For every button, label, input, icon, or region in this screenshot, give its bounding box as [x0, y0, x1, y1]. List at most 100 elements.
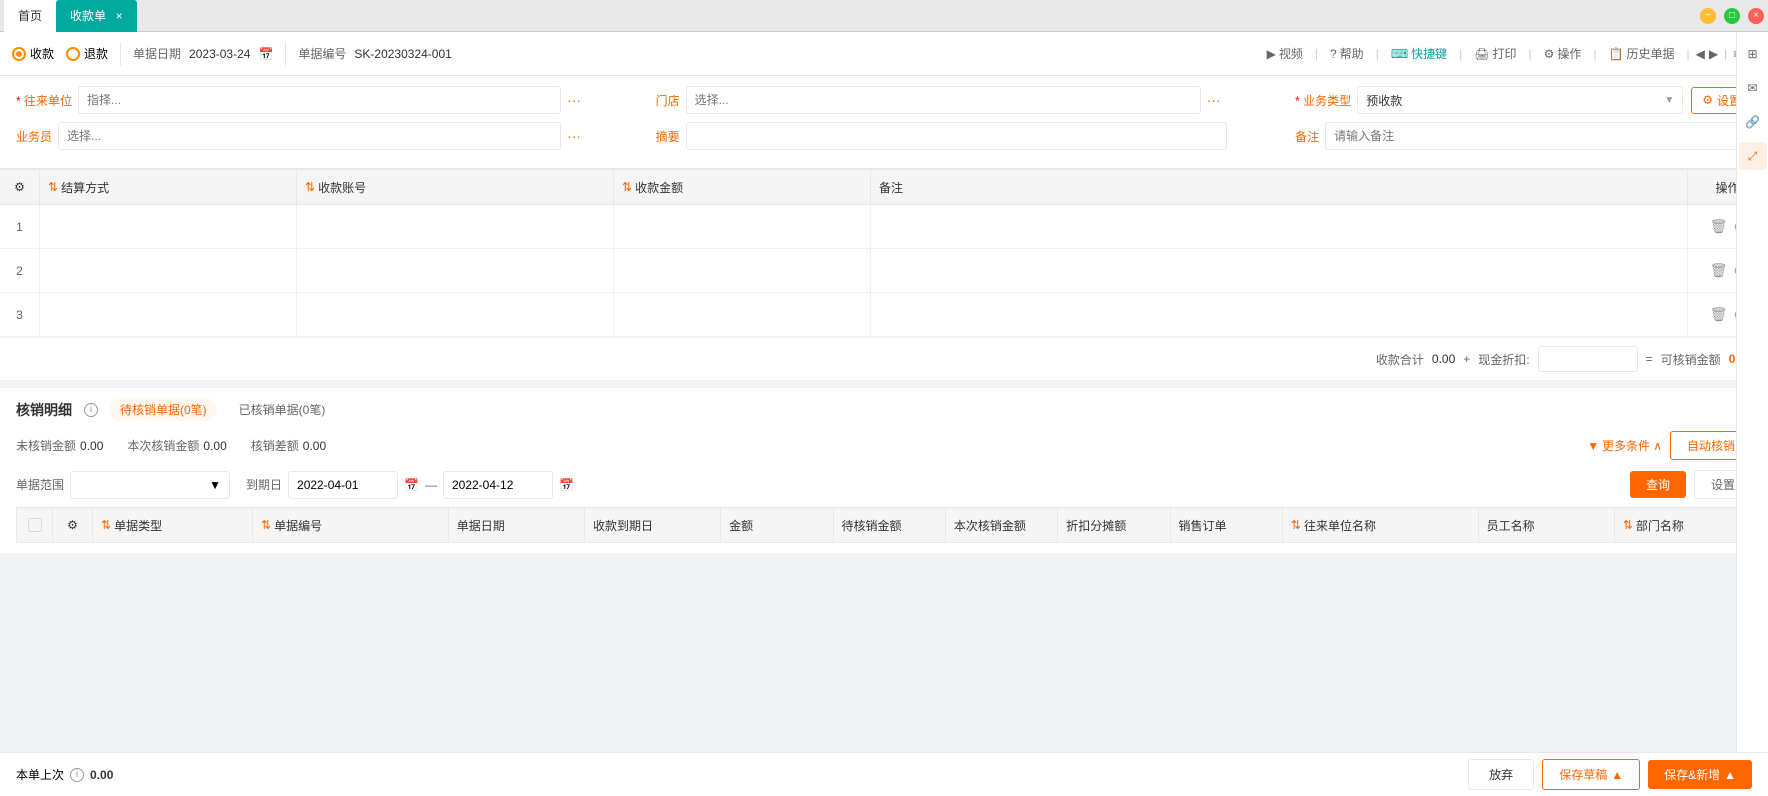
nth-discount: 折扣分摊额 [1058, 508, 1170, 542]
summary-input[interactable] [686, 122, 1227, 150]
table-row: 2 🗑 ⊕ [0, 249, 1768, 293]
nth-settings[interactable]: ⚙ [53, 508, 93, 542]
biz-type-select[interactable]: 预收款 ▼ [1357, 86, 1683, 114]
doc-range-select[interactable]: ▼ [70, 471, 230, 499]
discount-label: 现金折扣: [1478, 351, 1529, 368]
delete-icon-3[interactable]: 🗑 [1710, 306, 1728, 323]
td-settlement-2[interactable] [40, 249, 297, 292]
staff-input[interactable] [58, 122, 561, 150]
td-account-2[interactable] [297, 249, 614, 292]
form-area: 往来单位 ··· 门店 ··· 业务类型 预收款 ▼ ⚙ 设置 业务员 [0, 76, 1768, 169]
doc-num-label: 单据编号 [298, 45, 346, 62]
settings-icon: ⚙ [14, 180, 25, 194]
doc-num-value: SK-20230324-001 [354, 47, 451, 61]
table-row: 3 🗑 ⊕ [0, 293, 1768, 337]
sort-icon[interactable]: ⇅ [101, 518, 111, 532]
radio-collect[interactable]: 收款 [12, 45, 54, 62]
sidebar-expand-icon[interactable]: ⤢ [1739, 142, 1767, 170]
operation-btn[interactable]: ⚙ 操作 [1538, 42, 1588, 65]
nth-check [17, 508, 53, 542]
info-icon[interactable]: i [84, 403, 98, 417]
nth-amount: 金额 [721, 508, 833, 542]
query-btn[interactable]: 查询 [1630, 471, 1686, 498]
bottom-right: 放弃 保存草稿 ▲ 保存&新增 ▲ [1468, 759, 1752, 790]
th-remark: 备注 [871, 170, 1688, 204]
partner-input[interactable] [78, 86, 561, 114]
save-new-btn[interactable]: 保存&新增 ▲ [1648, 760, 1752, 789]
help-btn[interactable]: ? 帮助 [1324, 42, 1370, 65]
tab-close-icon[interactable]: × [116, 9, 123, 23]
td-remark-3[interactable] [871, 293, 1688, 336]
link-icon: 🔗 [1745, 115, 1760, 129]
history-icon: 📋 [1609, 47, 1624, 61]
calendar-from-icon[interactable]: 📅 [404, 478, 419, 492]
sort-icon[interactable]: ⇅ [622, 180, 632, 194]
summary-field: 摘要 [656, 122, 1227, 150]
doc-range-label: 单据范围 [16, 476, 64, 493]
calendar-icon[interactable]: 📅 [258, 47, 273, 61]
discard-btn[interactable]: 放弃 [1468, 759, 1534, 790]
discount-input[interactable] [1538, 346, 1638, 372]
td-remark-1[interactable] [871, 205, 1688, 248]
td-amount-2[interactable] [614, 249, 871, 292]
print-btn[interactable]: 🖨 打印 [1468, 42, 1522, 65]
more-filter-btn[interactable]: ▼ 更多条件 ∧ [1587, 437, 1662, 454]
remark-field: 备注 [1295, 122, 1752, 150]
bottom-left: 本单上次 i 0.00 [16, 766, 113, 783]
td-settlement-3[interactable] [40, 293, 297, 336]
store-more-btn[interactable]: ··· [1201, 92, 1227, 108]
td-amount-3[interactable] [614, 293, 871, 336]
table-header: ⚙ ⇅ 结算方式 ⇅ 收款账号 ⇅ 收款金额 备注 操作 [0, 169, 1768, 205]
next-icon[interactable]: ▶ [1709, 47, 1718, 61]
divider-1 [120, 42, 121, 66]
video-btn[interactable]: ▶ 视频 [1261, 42, 1309, 65]
date-to-input[interactable] [443, 471, 553, 499]
partner-more-btn[interactable]: ··· [561, 92, 587, 108]
td-remark-2[interactable] [871, 249, 1688, 292]
delete-icon-2[interactable]: 🗑 [1710, 262, 1728, 279]
sort-icon[interactable]: ⇅ [48, 180, 58, 194]
td-account-3[interactable] [297, 293, 614, 336]
tab-receipt[interactable]: 收款单 × [56, 0, 137, 32]
th-settings[interactable]: ⚙ [0, 170, 40, 204]
filter-icon: ▼ [1587, 439, 1599, 453]
sort-icon[interactable]: ⇅ [305, 180, 315, 194]
this-cancel-value: 0.00 [203, 439, 226, 453]
diff-value: 0.00 [303, 439, 326, 453]
date-value: 2023-03-24 [189, 47, 250, 61]
prev-info-icon[interactable]: i [70, 768, 84, 782]
close-button[interactable]: × [1748, 8, 1764, 24]
radio-refund[interactable]: 退款 [66, 45, 108, 62]
history-btn[interactable]: 📋 历史单据 [1603, 42, 1681, 65]
date-from-input[interactable] [288, 471, 398, 499]
prev-icon[interactable]: ◀ [1696, 47, 1705, 61]
maximize-button[interactable]: □ [1724, 8, 1740, 24]
calendar-to-icon[interactable]: 📅 [559, 478, 574, 492]
td-account-1[interactable] [297, 205, 614, 248]
minimize-button[interactable]: − [1700, 8, 1716, 24]
store-label: 门店 [656, 92, 680, 109]
sidebar-link-icon[interactable]: 🔗 [1739, 108, 1767, 136]
remark-input[interactable] [1325, 122, 1752, 150]
tab-pending[interactable]: 待核销单据(0笔) [110, 398, 217, 421]
save-draft-btn[interactable]: 保存草稿 ▲ [1542, 759, 1640, 790]
gear-icon: ⚙ [1702, 93, 1713, 107]
td-settlement-1[interactable] [40, 205, 297, 248]
shortcut-btn[interactable]: ⌨ 快捷键 [1385, 42, 1453, 65]
store-input[interactable] [686, 86, 1201, 114]
sort-icon[interactable]: ⇅ [1291, 518, 1301, 532]
td-amount-1[interactable] [614, 205, 871, 248]
staff-more-btn[interactable]: ··· [561, 128, 587, 144]
tab-done[interactable]: 已核销单据(0笔) [229, 398, 336, 421]
nuclear-stats: 未核销金额 0.00 本次核销金额 0.00 核销差额 0.00 ▼ 更多条件 … [16, 431, 1752, 460]
tab-home[interactable]: 首页 [4, 0, 56, 32]
sort-icon[interactable]: ⇅ [1623, 518, 1633, 532]
can-cancel-label: 可核销金额 [1661, 351, 1721, 368]
select-all-checkbox[interactable] [28, 518, 42, 532]
prev-label: 本单上次 [16, 766, 64, 783]
sort-icon[interactable]: ⇅ [261, 518, 271, 532]
delete-icon-1[interactable]: 🗑 [1710, 218, 1728, 235]
sidebar-table-icon[interactable]: ⊞ [1739, 40, 1767, 68]
form-row-2: 业务员 ··· 摘要 备注 [16, 122, 1752, 150]
sidebar-mail-icon[interactable]: ✉ [1739, 74, 1767, 102]
